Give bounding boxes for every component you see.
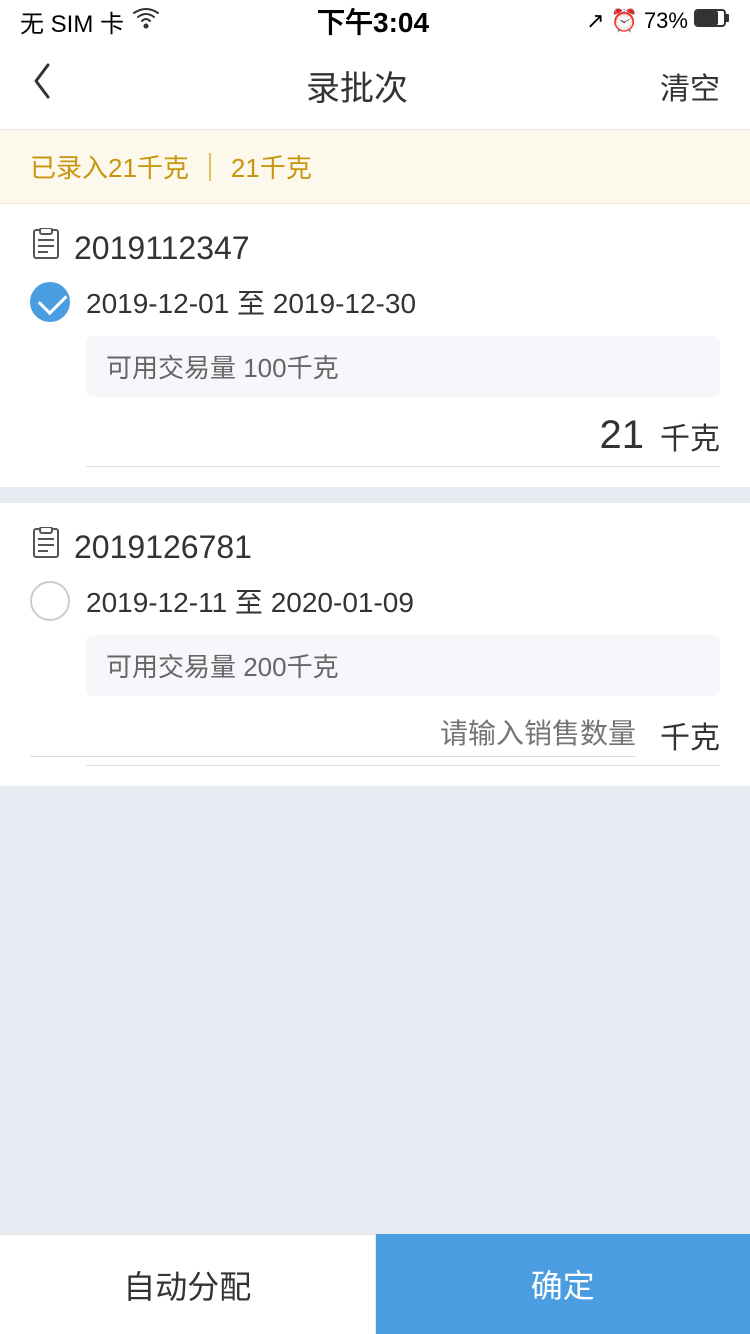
batch-icon-2 — [30, 527, 62, 567]
radio-button-1[interactable] — [30, 282, 70, 322]
batch-available-1: 可用交易量 100千克 — [86, 336, 720, 397]
alarm-icon: ⏰ — [611, 8, 638, 34]
scrollable-content: 2019112347 2019-12-01 至 2019-12-30 可用交易量… — [0, 204, 750, 1334]
batch-amount-unit-1: 千克 — [660, 414, 720, 458]
input-unit-2: 千克 — [660, 713, 720, 757]
batch-header-1: 2019112347 — [30, 228, 720, 268]
batch-available-2: 可用交易量 200千克 — [86, 635, 720, 696]
banner-divider — [209, 153, 211, 181]
nav-bar: 录批次 清空 — [0, 42, 750, 130]
radio-button-2[interactable] — [30, 581, 70, 621]
batch-date-2: 2019-12-11 至 2020-01-09 — [86, 581, 414, 621]
batch-date-row-2[interactable]: 2019-12-11 至 2020-01-09 — [30, 581, 720, 621]
recorded-label: 已录入21千克 — [30, 148, 189, 185]
batch-amount-row-1: 21 千克 — [30, 397, 720, 466]
batch-divider-1 — [86, 466, 720, 467]
batch-date-row-1[interactable]: 2019-12-01 至 2019-12-30 — [30, 282, 720, 322]
batch-divider-2 — [86, 765, 720, 766]
batch-header-2: 2019126781 — [30, 527, 720, 567]
info-banner: 已录入21千克 21千克 — [0, 130, 750, 204]
section-divider-2 — [0, 786, 750, 802]
batch-date-1: 2019-12-01 至 2019-12-30 — [86, 282, 416, 322]
batch-id-1: 2019112347 — [74, 230, 250, 267]
batch-item-1: 2019112347 2019-12-01 至 2019-12-30 可用交易量… — [0, 204, 750, 487]
content-area: 2019112347 2019-12-01 至 2019-12-30 可用交易量… — [0, 204, 750, 802]
empty-area — [0, 802, 750, 1234]
back-button[interactable] — [30, 61, 54, 110]
page-title: 录批次 — [306, 61, 408, 110]
batch-id-2: 2019126781 — [74, 529, 252, 566]
bottom-bar: 自动分配 确定 — [0, 1234, 750, 1334]
confirm-button[interactable]: 确定 — [376, 1234, 750, 1334]
location-icon: ↗ — [586, 8, 604, 34]
time-display: 下午3:04 — [317, 1, 429, 41]
auto-distribute-button[interactable]: 自动分配 — [0, 1234, 376, 1334]
battery-icon — [694, 7, 730, 35]
clear-button[interactable]: 清空 — [660, 64, 720, 108]
batch-icon-1 — [30, 228, 62, 268]
recorded-value: 21千克 — [231, 148, 312, 185]
batch-item-2: 2019126781 2019-12-11 至 2020-01-09 可用交易量… — [0, 503, 750, 786]
carrier-text: 无 SIM 卡 — [20, 4, 124, 39]
sales-quantity-input[interactable] — [30, 712, 636, 756]
status-left: 无 SIM 卡 — [20, 4, 160, 39]
wifi-icon — [132, 7, 160, 36]
status-right: ↗ ⏰ 73% — [586, 7, 730, 35]
batch-amount-value-1: 21 — [600, 413, 645, 458]
battery-percent: 73% — [644, 8, 688, 34]
status-bar: 无 SIM 卡 下午3:04 ↗ ⏰ 73% — [0, 0, 750, 42]
section-divider-1 — [0, 487, 750, 503]
input-row-2: 千克 — [30, 696, 720, 765]
